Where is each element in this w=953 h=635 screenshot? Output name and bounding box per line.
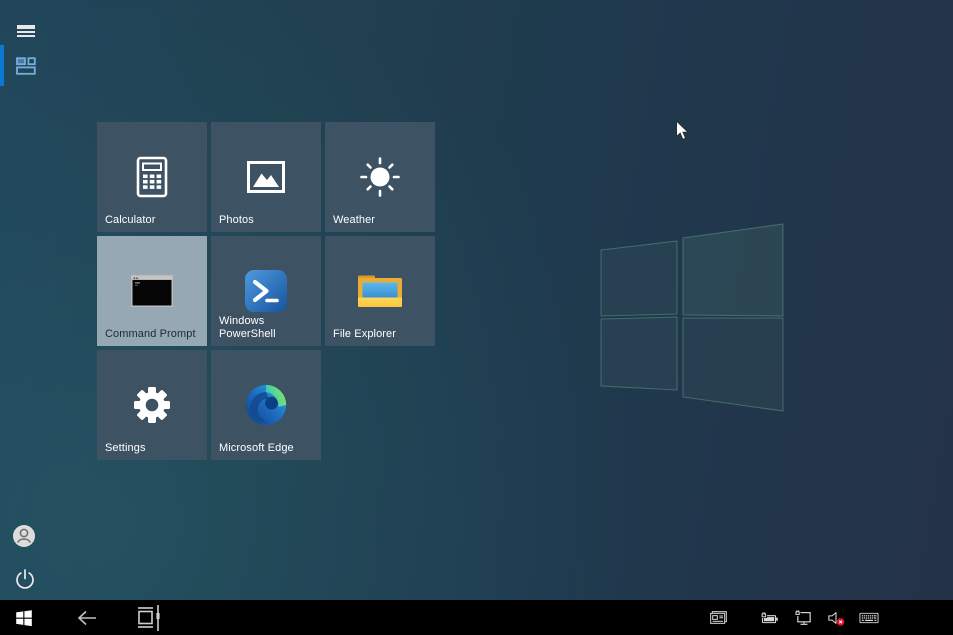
pinned-tile-grid: Calculator Photos xyxy=(97,122,435,460)
tile-weather[interactable]: Weather xyxy=(325,122,435,232)
tile-label: Photos xyxy=(219,214,313,227)
tray-battery-button[interactable] xyxy=(753,600,785,635)
tile-label: Settings xyxy=(105,442,199,455)
tray-network-button[interactable] xyxy=(788,600,820,635)
volume-muted-icon xyxy=(826,606,846,630)
sidebar-item-pinned-tiles[interactable] xyxy=(8,48,44,84)
tray-touch-keyboard-button[interactable] xyxy=(853,600,885,635)
tile-windows-powershell[interactable]: Windows PowerShell xyxy=(211,236,321,346)
pinned-tiles-icon xyxy=(16,57,37,75)
start-button[interactable] xyxy=(4,600,44,635)
user-account-button[interactable] xyxy=(6,518,42,554)
touch-keyboard-icon xyxy=(859,608,879,628)
mouse-cursor-icon xyxy=(675,120,690,142)
tile-settings[interactable]: Settings xyxy=(97,350,207,460)
news-icon xyxy=(709,606,729,630)
battery-charging-icon xyxy=(759,608,779,628)
tray-volume-button[interactable] xyxy=(820,600,852,635)
wired-network-icon xyxy=(794,607,814,629)
start-menu-button[interactable] xyxy=(8,8,44,44)
tile-label: Weather xyxy=(333,214,427,227)
power-icon xyxy=(14,568,36,590)
tile-file-explorer[interactable]: File Explorer xyxy=(325,236,435,346)
start-screen: Calculator Photos xyxy=(0,0,953,635)
tile-photos[interactable]: Photos xyxy=(211,122,321,232)
task-view-button[interactable] xyxy=(129,600,169,635)
tile-calculator[interactable]: Calculator xyxy=(97,122,207,232)
taskbar xyxy=(0,600,953,635)
user-avatar-icon xyxy=(12,524,36,548)
windows-logo-icon xyxy=(15,609,33,627)
tile-label: Microsoft Edge xyxy=(219,442,313,455)
tile-label: Calculator xyxy=(105,214,199,227)
tile-label: File Explorer xyxy=(333,328,427,341)
tile-label: Command Prompt xyxy=(105,328,199,341)
back-button[interactable] xyxy=(67,600,107,635)
hamburger-icon xyxy=(17,25,35,27)
power-button[interactable] xyxy=(7,561,43,597)
tile-microsoft-edge[interactable]: Microsoft Edge xyxy=(211,350,321,460)
active-item-accent-bar xyxy=(0,45,4,86)
task-view-icon xyxy=(136,604,162,632)
tile-label: Windows PowerShell xyxy=(219,315,313,341)
tile-command-prompt[interactable]: Command Prompt xyxy=(97,236,207,346)
tray-news-button[interactable] xyxy=(703,600,735,635)
back-arrow-icon xyxy=(76,609,98,627)
